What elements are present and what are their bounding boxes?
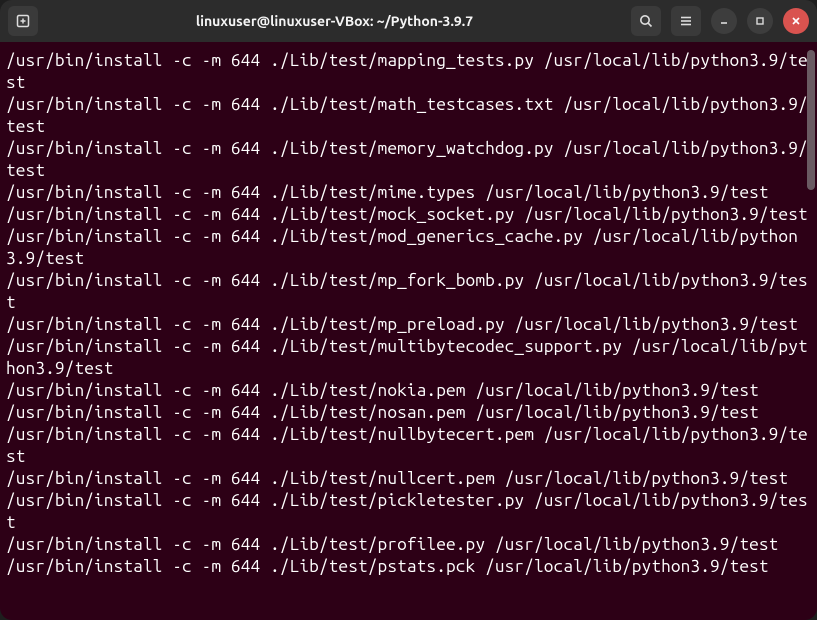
terminal-output: /usr/bin/install -c -m 644 ./Lib/test/ma…: [6, 50, 811, 578]
hamburger-icon: [678, 13, 694, 29]
window-title: linuxuser@linuxuser-VBox: ~/Python-3.9.7: [46, 13, 623, 29]
close-icon: [790, 15, 802, 27]
minimize-icon: [718, 15, 730, 27]
maximize-button[interactable]: [747, 8, 773, 34]
maximize-icon: [754, 15, 766, 27]
search-icon: [638, 13, 654, 29]
new-tab-icon: [15, 13, 31, 29]
titlebar: linuxuser@linuxuser-VBox: ~/Python-3.9.7: [0, 0, 817, 42]
titlebar-right-group: [631, 6, 809, 36]
minimize-button[interactable]: [711, 8, 737, 34]
search-button[interactable]: [631, 6, 661, 36]
scrollbar-thumb[interactable]: [807, 50, 815, 190]
close-button[interactable]: [783, 8, 809, 34]
menu-button[interactable]: [671, 6, 701, 36]
new-tab-button[interactable]: [8, 6, 38, 36]
titlebar-left-group: [8, 6, 38, 36]
terminal-viewport[interactable]: /usr/bin/install -c -m 644 ./Lib/test/ma…: [0, 42, 817, 620]
